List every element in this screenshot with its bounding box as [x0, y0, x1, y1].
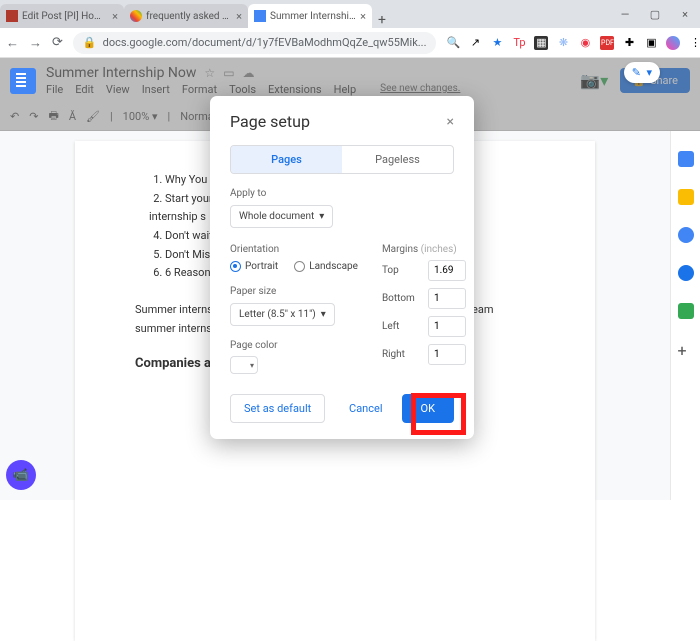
radio-portrait[interactable]: Portrait [230, 261, 278, 272]
chevron-down-icon: ▾ [321, 309, 326, 320]
kebab-icon[interactable]: ⋮ [688, 36, 700, 50]
tab-pageless[interactable]: Pageless [342, 146, 453, 173]
ext-icon[interactable]: PDF [600, 36, 614, 50]
close-button[interactable]: × [670, 8, 700, 21]
forward-button[interactable]: → [29, 35, 42, 51]
radio-landscape[interactable]: Landscape [294, 261, 358, 272]
extension-icons: 🔍 ↗ ★ Tp ▦ ❋ ◉ PDF ✚ ▣ ⋮ [446, 36, 700, 50]
ext-icon[interactable]: Tp [512, 36, 526, 50]
ext-icon[interactable]: ✚ [622, 36, 636, 50]
margins-label: Margins (inches) [382, 244, 468, 255]
favicon-docs [254, 10, 266, 22]
back-button[interactable]: ← [6, 35, 19, 51]
docs-logo-icon[interactable] [10, 68, 36, 94]
set-default-button[interactable]: Set as default [230, 394, 325, 423]
add-icon[interactable]: + [678, 341, 694, 357]
contacts-icon[interactable] [678, 265, 694, 281]
calendar-icon[interactable] [678, 151, 694, 167]
margin-top-label: Top [382, 265, 422, 276]
ext-icon[interactable]: ▦ [534, 36, 548, 50]
maps-icon[interactable] [678, 303, 694, 319]
tasks-icon[interactable] [678, 227, 694, 243]
margin-left-input[interactable] [428, 316, 466, 337]
page-color-label: Page color [230, 340, 358, 351]
margin-top-input[interactable] [428, 260, 466, 281]
url-text: docs.google.com/document/d/1y7fEVBaModhm… [103, 36, 427, 49]
ext-icon[interactable]: ↗ [468, 36, 482, 50]
apply-to-label: Apply to [230, 188, 454, 199]
camera-icon: 📹 [13, 468, 29, 483]
maximize-button[interactable]: ▢ [640, 8, 670, 21]
bookmark-icon[interactable]: ★ [490, 36, 504, 50]
tab-label: frequently asked questions ab [146, 11, 232, 22]
close-icon[interactable]: × [112, 10, 118, 23]
paper-size-select[interactable]: Letter (8.5" x 11")▾ [230, 303, 335, 326]
browser-titlebar: Edit Post [PI] How to Change × frequently… [0, 0, 700, 28]
meet-fab[interactable]: 📹 [6, 460, 36, 490]
ext-icon[interactable]: ▣ [644, 36, 658, 50]
close-icon[interactable]: × [236, 10, 242, 23]
new-tab-button[interactable]: + [372, 12, 392, 28]
ext-icon[interactable]: ❋ [556, 36, 570, 50]
reload-button[interactable]: ⟳ [52, 35, 63, 50]
close-icon[interactable]: × [360, 10, 366, 23]
paper-size-label: Paper size [230, 286, 358, 297]
window-controls: — ▢ × [610, 8, 700, 21]
tab-label: Summer Internship Now - Go [270, 11, 356, 22]
margin-right-input[interactable] [428, 344, 466, 365]
chevron-down-icon: ▾ [319, 211, 324, 222]
cancel-button[interactable]: Cancel [336, 395, 395, 422]
margin-right-label: Right [382, 349, 422, 360]
keep-icon[interactable] [678, 189, 694, 205]
minimize-button[interactable]: — [610, 8, 640, 21]
ok-button[interactable]: OK [402, 394, 454, 423]
favicon-m [6, 10, 18, 22]
browser-tab-2[interactable]: Summer Internship Now - Go × [248, 4, 372, 28]
radio-dot-icon [230, 261, 241, 272]
margin-bottom-label: Bottom [382, 293, 422, 304]
margin-left-label: Left [382, 321, 422, 332]
dialog-close-button[interactable]: × [447, 114, 454, 130]
page-setup-dialog: Page setup × Pages Pageless Apply to Who… [210, 96, 474, 439]
lock-icon: 🔒 [83, 36, 97, 49]
page-color-select[interactable]: ▾ [230, 356, 258, 374]
address-bar: ← → ⟳ 🔒 docs.google.com/document/d/1y7fE… [0, 28, 700, 58]
favicon-g [130, 10, 142, 22]
margin-bottom-input[interactable] [428, 288, 466, 309]
ext-icon[interactable]: ◉ [578, 36, 592, 50]
browser-tab-1[interactable]: frequently asked questions ab × [124, 4, 248, 28]
ext-icon[interactable]: 🔍 [446, 36, 460, 50]
url-field[interactable]: 🔒 docs.google.com/document/d/1y7fEVBaMod… [73, 32, 437, 54]
orientation-label: Orientation [230, 244, 358, 255]
dialog-tabs: Pages Pageless [230, 145, 454, 174]
tab-label: Edit Post [PI] How to Change [22, 11, 108, 22]
dialog-title: Page setup [230, 112, 310, 131]
side-panel: + [670, 131, 700, 500]
apply-to-select[interactable]: Whole document▾ [230, 205, 333, 228]
chevron-down-icon: ▾ [250, 361, 254, 370]
tab-pages[interactable]: Pages [231, 146, 342, 173]
editing-mode-button[interactable]: ✎ ▾ [624, 62, 660, 83]
browser-tab-0[interactable]: Edit Post [PI] How to Change × [0, 4, 124, 28]
radio-dot-icon [294, 261, 305, 272]
avatar-icon[interactable] [666, 36, 680, 50]
tab-strip: Edit Post [PI] How to Change × frequently… [0, 0, 392, 28]
